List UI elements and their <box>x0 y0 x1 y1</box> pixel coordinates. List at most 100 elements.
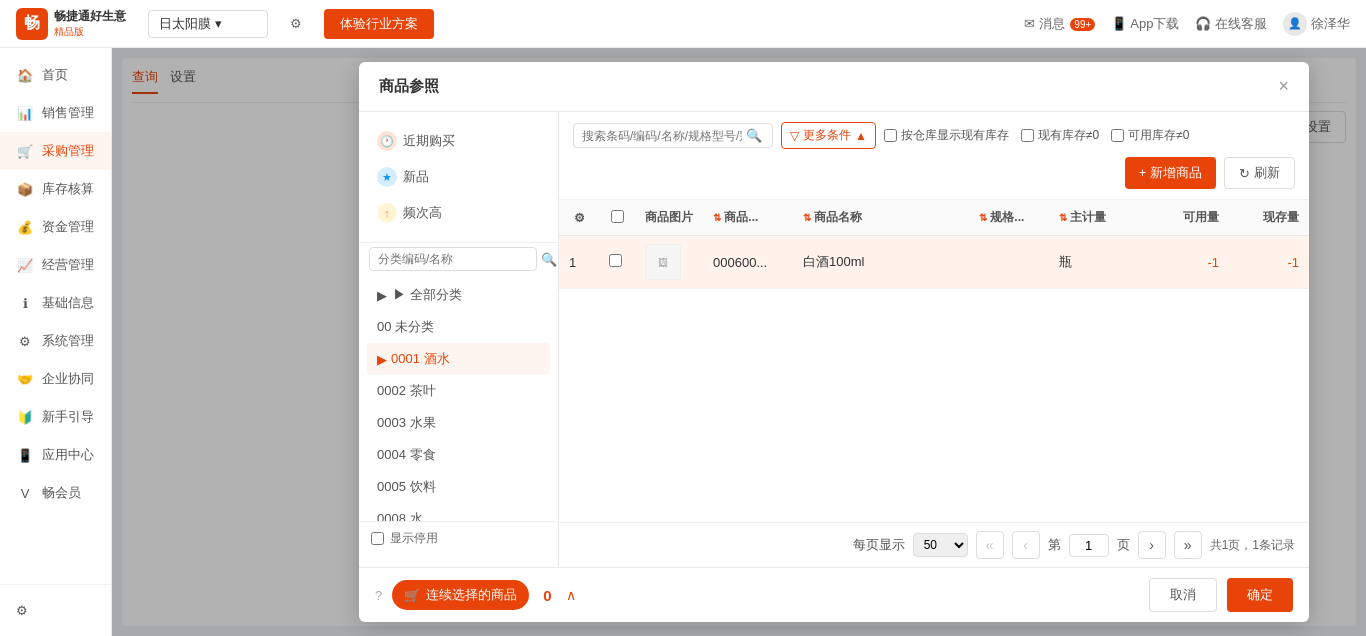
product-data-table: ⚙ 商品图片 ⇅ 商品... <box>559 200 1309 289</box>
sidebar-item-purchase[interactable]: 🛒 采购管理 <box>0 132 111 170</box>
filter-arrow-icon: ▲ <box>855 129 867 143</box>
help-icon[interactable]: ? <box>375 588 382 603</box>
filter-label: 更多条件 <box>803 127 851 144</box>
page-suffix: 页 <box>1117 536 1130 554</box>
cat-item-0008[interactable]: 0008 水 <box>367 503 550 521</box>
row-image: 🖼 <box>635 236 703 289</box>
quick-btn-freq[interactable]: ↑ 频次高 <box>367 196 550 230</box>
toolbar-checkboxes: 按仓库显示现有库存 现有库存≠0 可用库存≠0 <box>884 127 1190 144</box>
main-layout: 🏠 首页 📊 销售管理 🛒 采购管理 📦 库存核算 💰 资金管理 📈 经营管理 … <box>0 48 1366 636</box>
store-selector[interactable]: 日太阳膜 ▾ <box>148 10 268 38</box>
th-check <box>599 200 635 236</box>
product-search-icon[interactable]: 🔍 <box>746 128 762 143</box>
app-download[interactable]: 📱 App下载 <box>1111 15 1179 33</box>
sidebar-label-collab: 企业协同 <box>42 370 94 388</box>
modal-body: 🕐 近期购买 ★ 新品 ↑ 频次高 <box>359 112 1309 567</box>
checkbox-warehouse-label[interactable]: 按仓库显示现有库存 <box>884 127 1009 144</box>
all-category-label: ▶ 全部分类 <box>393 286 462 304</box>
filter-icon: ▽ <box>790 129 799 143</box>
quick-btn-new[interactable]: ★ 新品 <box>367 160 550 194</box>
confirm-button[interactable]: 确定 <box>1227 578 1293 612</box>
checkbox-avail-ne0[interactable] <box>1111 129 1124 142</box>
sidebar-item-sales[interactable]: 📊 销售管理 <box>0 94 111 132</box>
cancel-button[interactable]: 取消 <box>1149 578 1217 612</box>
sidebar-label-vip: 畅会员 <box>42 484 81 502</box>
table-row[interactable]: 1 🖼 000600... <box>559 236 1309 289</box>
sidebar-item-business[interactable]: 📈 经营管理 <box>0 246 111 284</box>
sidebar-label-inventory: 库存核算 <box>42 180 94 198</box>
avatar: 👤 <box>1283 12 1307 36</box>
page-size-select[interactable]: 50 10 20 100 <box>913 533 968 557</box>
sidebar-settings-btn[interactable]: ⚙ <box>0 593 111 628</box>
footer-actions: 取消 确定 <box>1149 578 1293 612</box>
first-page-button[interactable]: « <box>976 531 1004 559</box>
toolbar-actions: + 新增商品 ↻ 刷新 <box>1125 157 1295 189</box>
sidebar-label-finance: 资金管理 <box>42 218 94 236</box>
prev-page-button[interactable]: ‹ <box>1012 531 1040 559</box>
checkbox-stock-ne0[interactable] <box>1021 129 1034 142</box>
th-spec[interactable]: ⇅ 规格... <box>969 200 1049 236</box>
cat-item-0003[interactable]: 0003 水果 <box>367 407 550 439</box>
next-page-button[interactable]: › <box>1138 531 1166 559</box>
sidebar-item-finance[interactable]: 💰 资金管理 <box>0 208 111 246</box>
message-area[interactable]: ✉ 消息 99+ <box>1024 15 1095 33</box>
quick-btn-recent[interactable]: 🕐 近期购买 <box>367 124 550 158</box>
cat-search-input[interactable] <box>369 247 537 271</box>
sidebar-item-apps[interactable]: 📱 应用中心 <box>0 436 111 474</box>
cat-item-0002[interactable]: 0002 茶叶 <box>367 375 550 407</box>
th-name[interactable]: ⇅ 商品名称 <box>793 200 969 236</box>
th-unit[interactable]: ⇅ 主计量 <box>1049 200 1129 236</box>
checkbox-stock-ne0-label[interactable]: 现有库存≠0 <box>1021 127 1099 144</box>
filter-button[interactable]: ▽ 更多条件 ▲ <box>781 122 876 149</box>
user-area[interactable]: 👤 徐泽华 <box>1283 12 1350 36</box>
product-table: ⚙ 商品图片 ⇅ 商品... <box>559 200 1309 522</box>
modal-close-button[interactable]: × <box>1278 76 1289 97</box>
active-arrow-icon: ▶ <box>377 352 387 367</box>
checkbox-avail-ne0-label[interactable]: 可用库存≠0 <box>1111 127 1189 144</box>
select-all-checkbox[interactable] <box>611 210 624 223</box>
cat-item-all[interactable]: ▶ ▶ 全部分类 <box>367 279 550 311</box>
cat-item-0005[interactable]: 0005 饮料 <box>367 471 550 503</box>
cat-item-0001[interactable]: ▶ 0001 酒水 <box>367 343 550 375</box>
row-checkbox[interactable] <box>599 236 635 289</box>
row-select-checkbox[interactable] <box>609 254 622 267</box>
online-service[interactable]: 🎧 在线客服 <box>1195 15 1267 33</box>
settings-icon[interactable]: ⚙ <box>280 8 312 40</box>
nav-right: ✉ 消息 99+ 📱 App下载 🎧 在线客服 👤 徐泽华 <box>1024 12 1350 36</box>
product-panel: 🔍 ▽ 更多条件 ▲ 按仓库显示现有库存 <box>559 112 1309 567</box>
info-icon: ℹ <box>16 294 34 312</box>
sidebar-item-inventory[interactable]: 📦 库存核算 <box>0 170 111 208</box>
show-disabled-checkbox[interactable] <box>371 532 384 545</box>
row-name: 白酒100ml <box>793 236 969 289</box>
cat-search-icon[interactable]: 🔍 <box>541 252 557 267</box>
collapse-footer-icon[interactable]: ∧ <box>566 587 576 603</box>
sort-icon: ⇅ <box>713 212 721 223</box>
checkbox-warehouse[interactable] <box>884 129 897 142</box>
sidebar-item-collab[interactable]: 🤝 企业协同 <box>0 360 111 398</box>
trial-button[interactable]: 体验行业方案 <box>324 9 434 39</box>
cat-item-0004[interactable]: 0004 零食 <box>367 439 550 471</box>
category-panel: 🕐 近期购买 ★ 新品 ↑ 频次高 <box>359 112 559 567</box>
last-page-button[interactable]: » <box>1174 531 1202 559</box>
product-toolbar: 🔍 ▽ 更多条件 ▲ 按仓库显示现有库存 <box>559 112 1309 200</box>
sidebar-item-guide[interactable]: 🔰 新手引导 <box>0 398 111 436</box>
cat-item-00[interactable]: 00 未分类 <box>367 311 550 343</box>
page-number-input[interactable] <box>1069 534 1109 557</box>
new-icon: ★ <box>377 167 397 187</box>
row-available: -1 <box>1129 236 1229 289</box>
th-code[interactable]: ⇅ 商品... <box>703 200 793 236</box>
refresh-button[interactable]: ↻ 刷新 <box>1224 157 1295 189</box>
cart-area[interactable]: 🛒 连续选择的商品 <box>392 580 529 610</box>
product-search-input[interactable] <box>582 129 742 143</box>
sidebar-item-vip[interactable]: V 畅会员 <box>0 474 111 512</box>
th-settings[interactable]: ⚙ <box>559 200 599 236</box>
logo-area: 畅 畅捷通好生意 精品版 <box>16 8 136 40</box>
add-product-button[interactable]: + 新增商品 <box>1125 157 1216 189</box>
apps-icon: 📱 <box>16 446 34 464</box>
sidebar-item-home[interactable]: 🏠 首页 <box>0 56 111 94</box>
inventory-icon: 📦 <box>16 180 34 198</box>
show-disabled-label[interactable]: 显示停用 <box>371 530 546 547</box>
sidebar-item-info[interactable]: ℹ 基础信息 <box>0 284 111 322</box>
gear-icon: ⚙ <box>16 603 28 618</box>
sidebar-item-system[interactable]: ⚙ 系统管理 <box>0 322 111 360</box>
